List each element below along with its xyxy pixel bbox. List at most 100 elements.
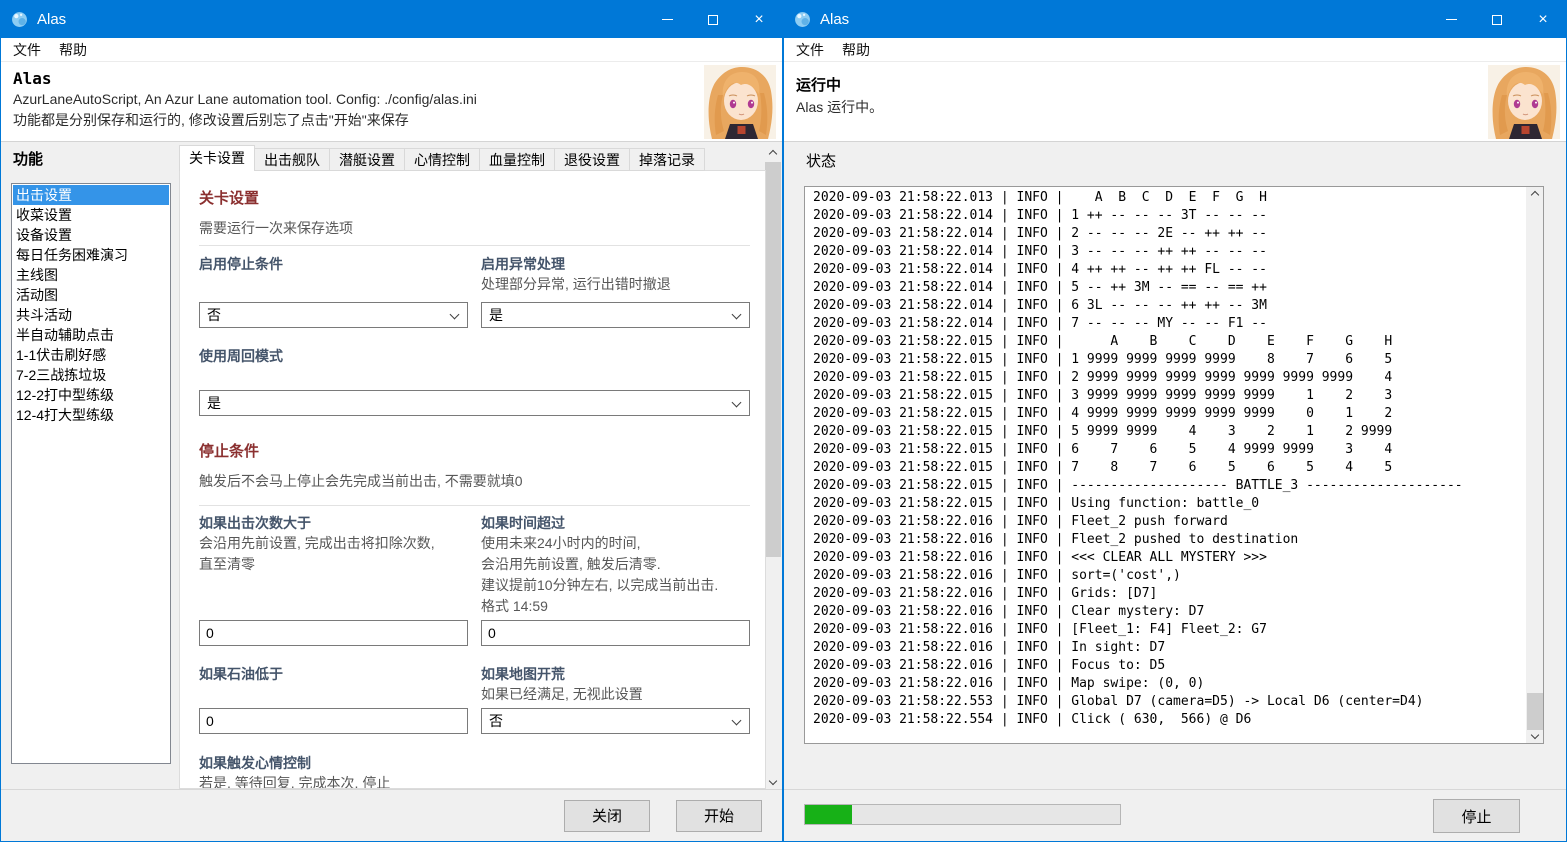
tab[interactable]: 关卡设置 bbox=[179, 145, 255, 171]
sidebar-item[interactable]: 每日任务困难演习 bbox=[13, 245, 169, 265]
time-desc: 使用未来24小时内的时间, 会沿用先前设置, 触发后清零. 建议提前10分钟左右… bbox=[481, 535, 719, 614]
log-line: 2020-09-03 21:58:22.016 | INFO | <<< CLE… bbox=[813, 550, 1267, 565]
sidebar-item[interactable]: 12-4打大型练级 bbox=[13, 405, 169, 425]
sidebar-item[interactable]: 设备设置 bbox=[13, 225, 169, 245]
minimize-button[interactable] bbox=[1428, 1, 1474, 38]
menu-item[interactable]: 文件 bbox=[4, 40, 50, 60]
log-line: 2020-09-03 21:58:22.014 | INFO | 5 -- ++… bbox=[813, 280, 1267, 295]
maximize-button[interactable] bbox=[690, 1, 736, 38]
log-line: 2020-09-03 21:58:22.016 | INFO | Fleet_2… bbox=[813, 514, 1228, 529]
window-title: Alas bbox=[820, 11, 850, 28]
titlebar[interactable]: Alas × bbox=[784, 1, 1566, 38]
minimize-icon bbox=[661, 19, 673, 20]
log-line: 2020-09-03 21:58:22.553 | INFO | Global … bbox=[813, 694, 1424, 709]
tab[interactable]: 血量控制 bbox=[479, 148, 555, 171]
sidebar-item[interactable]: 半自动辅助点击 bbox=[13, 325, 169, 345]
sidebar-item[interactable]: 1-1伏击刷好感 bbox=[13, 345, 169, 365]
stop-button[interactable]: 停止 bbox=[1433, 799, 1520, 833]
app-title: Alas bbox=[13, 69, 52, 88]
sidebar-item[interactable]: 12-2打中型练级 bbox=[13, 385, 169, 405]
app-icon bbox=[12, 12, 27, 27]
function-listbox: 出击设置 收菜设置 设备设置 每日任务困难演习 主线图 活动图 共斗活动 半自动辅助点击 1-1… bbox=[11, 183, 171, 764]
log-line: 2020-09-03 21:58:22.014 | INFO | 6 3L --… bbox=[813, 298, 1267, 313]
sidebar-item[interactable]: 7-2三战拣垃圾 bbox=[13, 365, 169, 385]
tab[interactable]: 潜艇设置 bbox=[329, 148, 405, 171]
scroll-down-button[interactable] bbox=[764, 773, 782, 789]
map-select[interactable]: 否 bbox=[481, 708, 750, 734]
stop-enable-label: 启用停止条件 bbox=[199, 256, 283, 272]
menu-bar: 文件 帮助 bbox=[1, 38, 782, 62]
close-icon: × bbox=[754, 10, 764, 28]
maximize-button[interactable] bbox=[1474, 1, 1520, 38]
pane-scrollbar[interactable] bbox=[764, 146, 782, 789]
log-line: 2020-09-03 21:58:22.015 | INFO | 4 9999 … bbox=[813, 406, 1393, 421]
exception-label: 启用异常处理 bbox=[481, 256, 565, 272]
maximize-icon bbox=[1492, 14, 1502, 25]
menu-item[interactable]: 文件 bbox=[787, 40, 833, 60]
exception-value: 是 bbox=[489, 307, 503, 323]
minimize-button[interactable] bbox=[644, 1, 690, 38]
run-status-title: 运行中 bbox=[796, 77, 842, 94]
log-line: 2020-09-03 21:58:22.016 | INFO | Grids: … bbox=[813, 586, 1158, 601]
menu-item[interactable]: 帮助 bbox=[50, 40, 96, 60]
scrollbar-thumb[interactable] bbox=[765, 162, 781, 557]
chevron-down-icon bbox=[768, 776, 778, 786]
time-input[interactable] bbox=[481, 620, 750, 646]
count-label: 如果出击次数大于 bbox=[199, 515, 311, 531]
app-subtitle: AzurLaneAutoScript, An Azur Lane automat… bbox=[13, 91, 477, 107]
log-line: 2020-09-03 21:58:22.015 | INFO | 3 9999 … bbox=[813, 388, 1393, 403]
sidebar-item[interactable]: 活动图 bbox=[13, 285, 169, 305]
run-footer: 停止 bbox=[784, 789, 1566, 841]
time-label: 如果时间超过 bbox=[481, 515, 565, 531]
sidebar-heading: 功能 bbox=[13, 151, 44, 168]
scroll-up-button[interactable] bbox=[764, 146, 782, 162]
scroll-down-button[interactable] bbox=[1526, 727, 1543, 743]
log-line: 2020-09-03 21:58:22.015 | INFO | A B C D… bbox=[813, 334, 1393, 349]
section-desc-stop: 触发后不会马上停止会先完成当前出击, 不需要就填0 bbox=[199, 473, 523, 489]
scroll-up-button[interactable] bbox=[1526, 187, 1543, 203]
app-header: Alas AzurLaneAutoScript, An Azur Lane au… bbox=[1, 62, 782, 142]
close-button[interactable]: × bbox=[736, 1, 782, 38]
titlebar[interactable]: Alas × bbox=[1, 1, 782, 38]
loop-mode-select[interactable]: 是 bbox=[199, 390, 750, 416]
exception-select[interactable]: 是 bbox=[481, 302, 750, 328]
progress-bar bbox=[804, 804, 1121, 825]
run-status-subtitle: Alas 运行中。 bbox=[796, 99, 884, 115]
log-line: 2020-09-03 21:58:22.014 | INFO | 3 -- --… bbox=[813, 244, 1267, 259]
scrollbar-thumb[interactable] bbox=[1527, 693, 1543, 730]
section-desc-stage: 需要运行一次来保存选项 bbox=[199, 220, 353, 236]
log-line: 2020-09-03 21:58:22.016 | INFO | Map swi… bbox=[813, 676, 1205, 691]
menu-item[interactable]: 帮助 bbox=[833, 40, 879, 60]
sidebar-item[interactable]: 收菜设置 bbox=[13, 205, 169, 225]
tab[interactable]: 出击舰队 bbox=[254, 148, 330, 171]
log-line: 2020-09-03 21:58:22.014 | INFO | 2 -- --… bbox=[813, 226, 1267, 241]
log-scrollbar[interactable] bbox=[1526, 187, 1543, 743]
map-label: 如果地图开荒 bbox=[481, 666, 565, 682]
log-box[interactable]: 2020-09-03 21:58:22.013 | INFO | A B C D… bbox=[804, 186, 1544, 744]
start-button[interactable]: 开始 bbox=[676, 799, 762, 832]
log-line: 2020-09-03 21:58:22.016 | INFO | sort=('… bbox=[813, 568, 1181, 583]
tab-bar: 关卡设置 出击舰队 潜艇设置 心情控制 血量控制 退役设置 掉落记录 bbox=[179, 145, 705, 171]
sidebar-item[interactable]: 主线图 bbox=[13, 265, 169, 285]
close-button[interactable]: × bbox=[1520, 1, 1566, 38]
count-input[interactable] bbox=[199, 620, 468, 646]
tab[interactable]: 心情控制 bbox=[404, 148, 480, 171]
avatar bbox=[1488, 65, 1560, 139]
tab[interactable]: 掉落记录 bbox=[629, 148, 705, 171]
log-line: 2020-09-03 21:58:22.015 | INFO | 1 9999 … bbox=[813, 352, 1393, 367]
log-line: 2020-09-03 21:58:22.015 | INFO | 2 9999 … bbox=[813, 370, 1393, 385]
window-runner: Alas × 文件 帮助 运行中 Alas 运行中。 状态 2020-09-03… bbox=[783, 0, 1567, 842]
log-line: 2020-09-03 21:58:22.015 | INFO | 5 9999 … bbox=[813, 424, 1393, 439]
close-icon: × bbox=[1538, 10, 1548, 28]
log-line: 2020-09-03 21:58:22.015 | INFO | 7 8 7 6… bbox=[813, 460, 1393, 475]
sidebar-item[interactable]: 共斗活动 bbox=[13, 305, 169, 325]
maximize-icon bbox=[708, 14, 718, 25]
close-settings-button[interactable]: 关闭 bbox=[564, 799, 650, 832]
tab[interactable]: 退役设置 bbox=[554, 148, 630, 171]
oil-input[interactable] bbox=[199, 708, 468, 734]
log-line: 2020-09-03 21:58:22.016 | INFO | [Fleet_… bbox=[813, 622, 1267, 637]
stop-enable-select[interactable]: 否 bbox=[199, 302, 468, 328]
count-desc: 会沿用先前设置, 完成出击将扣除次数, 直至清零 bbox=[199, 535, 435, 572]
log-line: 2020-09-03 21:58:22.014 | INFO | 1 ++ --… bbox=[813, 208, 1267, 223]
sidebar-item[interactable]: 出击设置 bbox=[13, 185, 169, 205]
